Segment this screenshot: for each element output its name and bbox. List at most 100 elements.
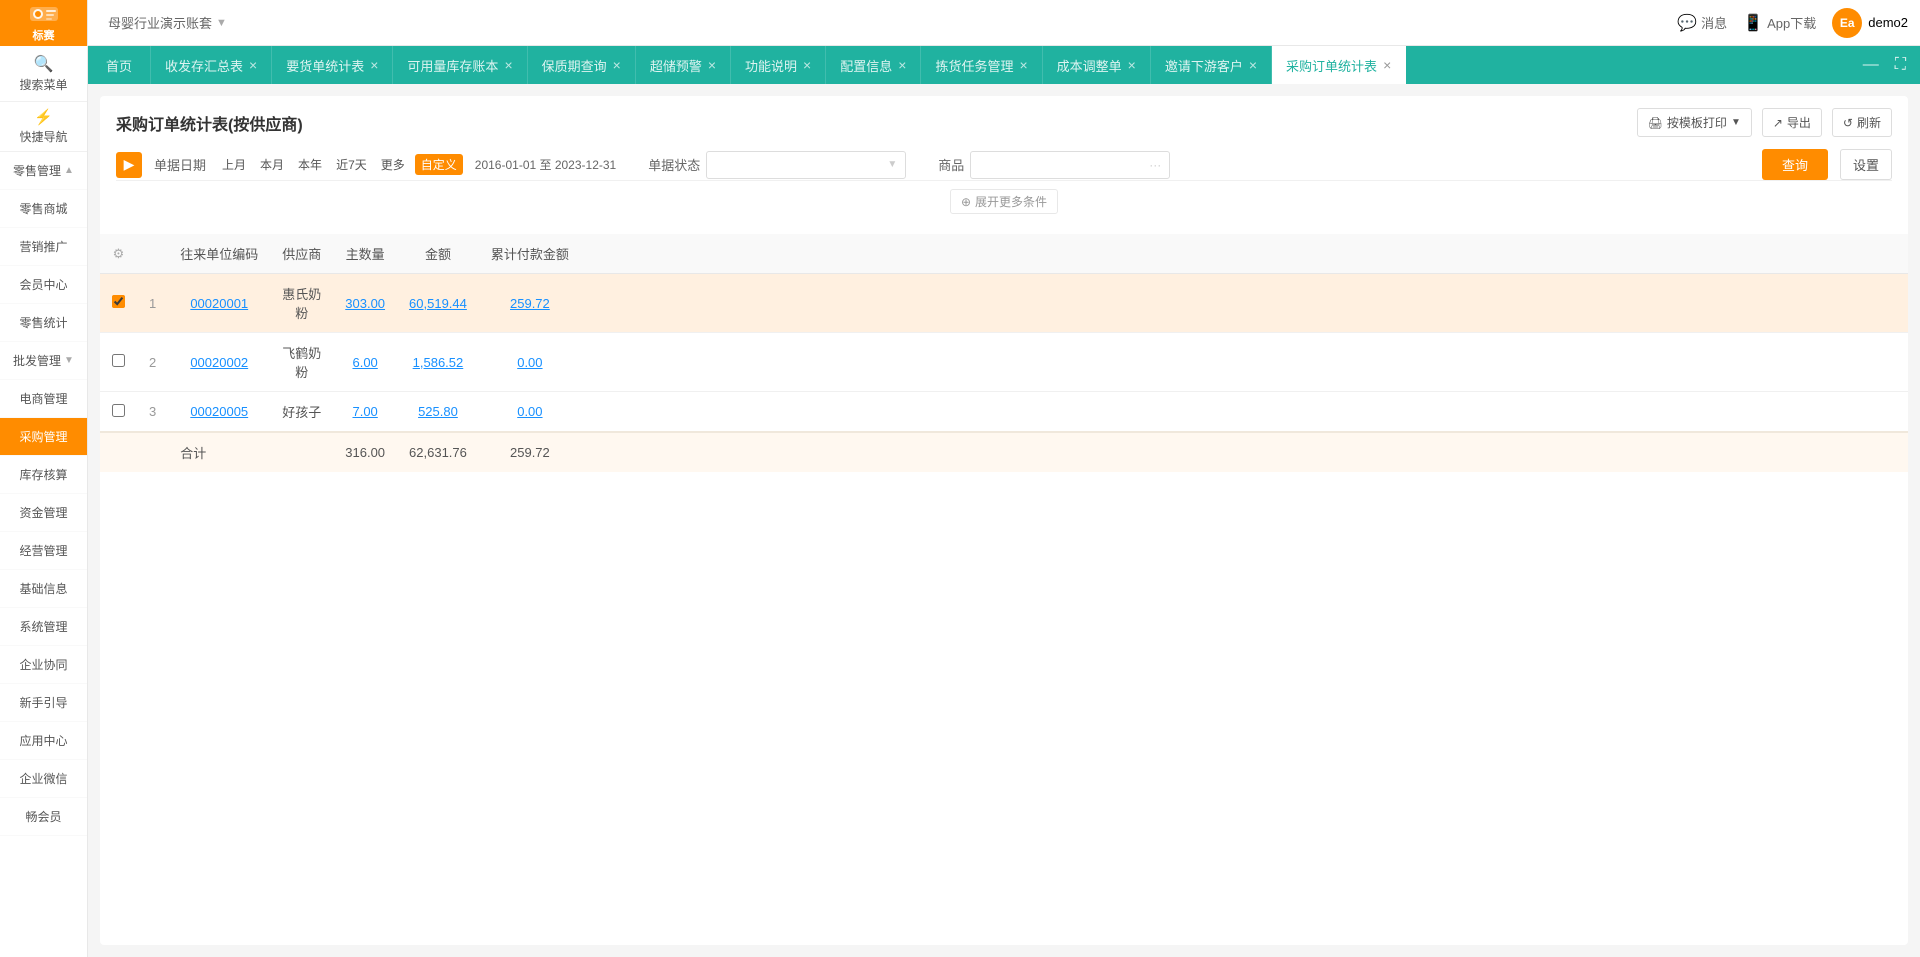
tab-overstock-close[interactable]: ×: [708, 58, 716, 72]
sidebar-item-retail-stat[interactable]: 零售统计: [0, 304, 87, 342]
app-download-button[interactable]: 📱 App下载: [1743, 13, 1816, 33]
sidebar-retail-stat-label: 零售统计: [19, 314, 67, 331]
sidebar-item-vip[interactable]: 畅会员: [0, 798, 87, 836]
tab-cost-close[interactable]: ×: [1128, 58, 1136, 72]
footer-amount: 62,631.76: [397, 432, 479, 472]
sidebar-item-guide[interactable]: 新手引导: [0, 684, 87, 722]
tab-overstock[interactable]: 超储预警 ×: [636, 46, 731, 84]
sidebar-item-shortcut[interactable]: ⚡ 快捷导航: [0, 102, 87, 152]
sidebar-item-wholesale[interactable]: 批发管理 ▼: [0, 342, 87, 380]
status-select[interactable]: ▼: [706, 151, 906, 179]
refresh-icon: ↺: [1843, 116, 1853, 130]
sidebar-item-search[interactable]: 🔍 搜索菜单: [0, 46, 87, 102]
date-custom-badge[interactable]: 自定义: [415, 154, 463, 175]
user-menu[interactable]: Ea demo2: [1832, 8, 1908, 38]
tab-picking-label: 拣货任务管理: [935, 56, 1013, 75]
row-paid[interactable]: 0.00: [479, 333, 581, 392]
row-amount[interactable]: 525.80: [397, 392, 479, 433]
sidebar-item-basic[interactable]: 基础信息: [0, 570, 87, 608]
row-paid[interactable]: 259.72: [479, 274, 581, 333]
footer-row: 合计 316.00 62,631.76 259.72: [100, 432, 1908, 472]
tab-function-close[interactable]: ×: [803, 58, 811, 72]
tab-picking[interactable]: 拣货任务管理 ×: [921, 46, 1042, 84]
page-card: 采购订单统计表(按供应商) 🖨 按模板打印 ▼ ↗ 导出 ↺ 刷新: [100, 96, 1908, 945]
shortcut-7days[interactable]: 近7天: [332, 154, 371, 175]
shortcut-last-month[interactable]: 上月: [218, 154, 250, 175]
row-qty[interactable]: 7.00: [333, 392, 397, 433]
tab-purchase-stat-label: 采购订单统计表: [1286, 56, 1377, 75]
sidebar-item-finance[interactable]: 资金管理: [0, 494, 87, 532]
tab-invite-close[interactable]: ×: [1249, 58, 1257, 72]
row-checkbox[interactable]: [112, 295, 125, 308]
row-amount[interactable]: 1,586.52: [397, 333, 479, 392]
row-checkbox[interactable]: [112, 404, 125, 417]
sidebar-item-app-center[interactable]: 应用中心: [0, 722, 87, 760]
tab-inventory-close[interactable]: ×: [504, 58, 512, 72]
row-code[interactable]: 00020001: [168, 274, 270, 333]
sidebar-member-label: 会员中心: [19, 276, 67, 293]
tab-purchase-stat[interactable]: 采购订单统计表 ×: [1272, 46, 1406, 84]
tab-picking-close[interactable]: ×: [1019, 58, 1027, 72]
row-code[interactable]: 00020002: [168, 333, 270, 392]
tab-inventory[interactable]: 可用量库存账本 ×: [393, 46, 527, 84]
table-row: 3 00020005 好孩子 7.00 525.80 0.00: [100, 392, 1908, 433]
shortcut-more[interactable]: 更多: [377, 154, 409, 175]
tab-cost[interactable]: 成本调整单 ×: [1043, 46, 1151, 84]
tab-function[interactable]: 功能说明 ×: [731, 46, 826, 84]
sidebar-item-system[interactable]: 系统管理: [0, 608, 87, 646]
tab-warranty-close[interactable]: ×: [613, 58, 621, 72]
goods-filter: 商品 ···: [938, 151, 1170, 179]
row-qty[interactable]: 303.00: [333, 274, 397, 333]
refresh-label: 刷新: [1857, 114, 1881, 131]
sidebar-item-member[interactable]: 会员中心: [0, 266, 87, 304]
filter-area: ▶ 单据日期 上月 本月 本年 近7天 更多 自定义 2016-01-01 至 …: [100, 137, 1908, 234]
tab-collect[interactable]: 收发存汇总表 ×: [151, 46, 272, 84]
filter-toggle-button[interactable]: ▶: [116, 152, 142, 178]
row-qty[interactable]: 6.00: [333, 333, 397, 392]
tab-maximize-button[interactable]: ⛶: [1891, 54, 1910, 76]
settings-button[interactable]: 设置: [1840, 149, 1892, 180]
query-button[interactable]: 查询: [1762, 149, 1828, 180]
sidebar-item-inventory[interactable]: 库存核算: [0, 456, 87, 494]
sidebar-item-purchase[interactable]: 采购管理: [0, 418, 87, 456]
message-button[interactable]: 💬 消息: [1677, 13, 1727, 33]
tab-warranty[interactable]: 保质期查询 ×: [528, 46, 636, 84]
row-code[interactable]: 00020005: [168, 392, 270, 433]
tab-invite[interactable]: 邀请下游客户 ×: [1151, 46, 1272, 84]
row-checkbox-cell[interactable]: [100, 392, 137, 433]
refresh-button[interactable]: ↺ 刷新: [1832, 108, 1892, 137]
sidebar-vip-label: 畅会员: [25, 808, 61, 825]
print-button[interactable]: 🖨 按模板打印 ▼: [1637, 108, 1752, 137]
sidebar-item-ecommerce[interactable]: 电商管理: [0, 380, 87, 418]
column-settings-icon[interactable]: ⚙: [100, 234, 137, 274]
tab-home[interactable]: 首页: [88, 46, 151, 84]
shortcut-this-month[interactable]: 本月: [256, 154, 288, 175]
tab-minimize-button[interactable]: —: [1859, 54, 1883, 76]
footer-qty: 316.00: [333, 432, 397, 472]
row-paid[interactable]: 0.00: [479, 392, 581, 433]
goods-input[interactable]: ···: [970, 151, 1170, 179]
export-button[interactable]: ↗ 导出: [1762, 108, 1822, 137]
sidebar-item-enterprise[interactable]: 企业协同: [0, 646, 87, 684]
tab-config-close[interactable]: ×: [898, 58, 906, 72]
account-dropdown[interactable]: 母婴行业演示账套 ▼: [100, 9, 235, 36]
sidebar-item-operation[interactable]: 经营管理: [0, 532, 87, 570]
sidebar-item-wechat[interactable]: 企业微信: [0, 760, 87, 798]
sidebar-item-retail[interactable]: 零售管理 ▲: [0, 152, 87, 190]
tab-requisition-close[interactable]: ×: [370, 58, 378, 72]
topbar-right: 💬 消息 📱 App下载 Ea demo2: [1677, 8, 1908, 38]
row-checkbox-cell[interactable]: [100, 333, 137, 392]
expand-more-button[interactable]: ⊕ 展开更多条件: [950, 189, 1058, 214]
app-logo[interactable]: 标赛: [0, 0, 87, 46]
tab-collect-close[interactable]: ×: [249, 58, 257, 72]
sidebar-enterprise-label: 企业协同: [19, 656, 67, 673]
row-checkbox[interactable]: [112, 354, 125, 367]
tab-purchase-stat-close[interactable]: ×: [1383, 58, 1391, 72]
row-amount[interactable]: 60,519.44: [397, 274, 479, 333]
row-checkbox-cell[interactable]: [100, 274, 137, 333]
shortcut-this-year[interactable]: 本年: [294, 154, 326, 175]
tab-config[interactable]: 配置信息 ×: [826, 46, 921, 84]
sidebar-item-marketing[interactable]: 营销推广: [0, 228, 87, 266]
sidebar-item-retail-mall[interactable]: 零售商城: [0, 190, 87, 228]
tab-requisition[interactable]: 要货单统计表 ×: [272, 46, 393, 84]
